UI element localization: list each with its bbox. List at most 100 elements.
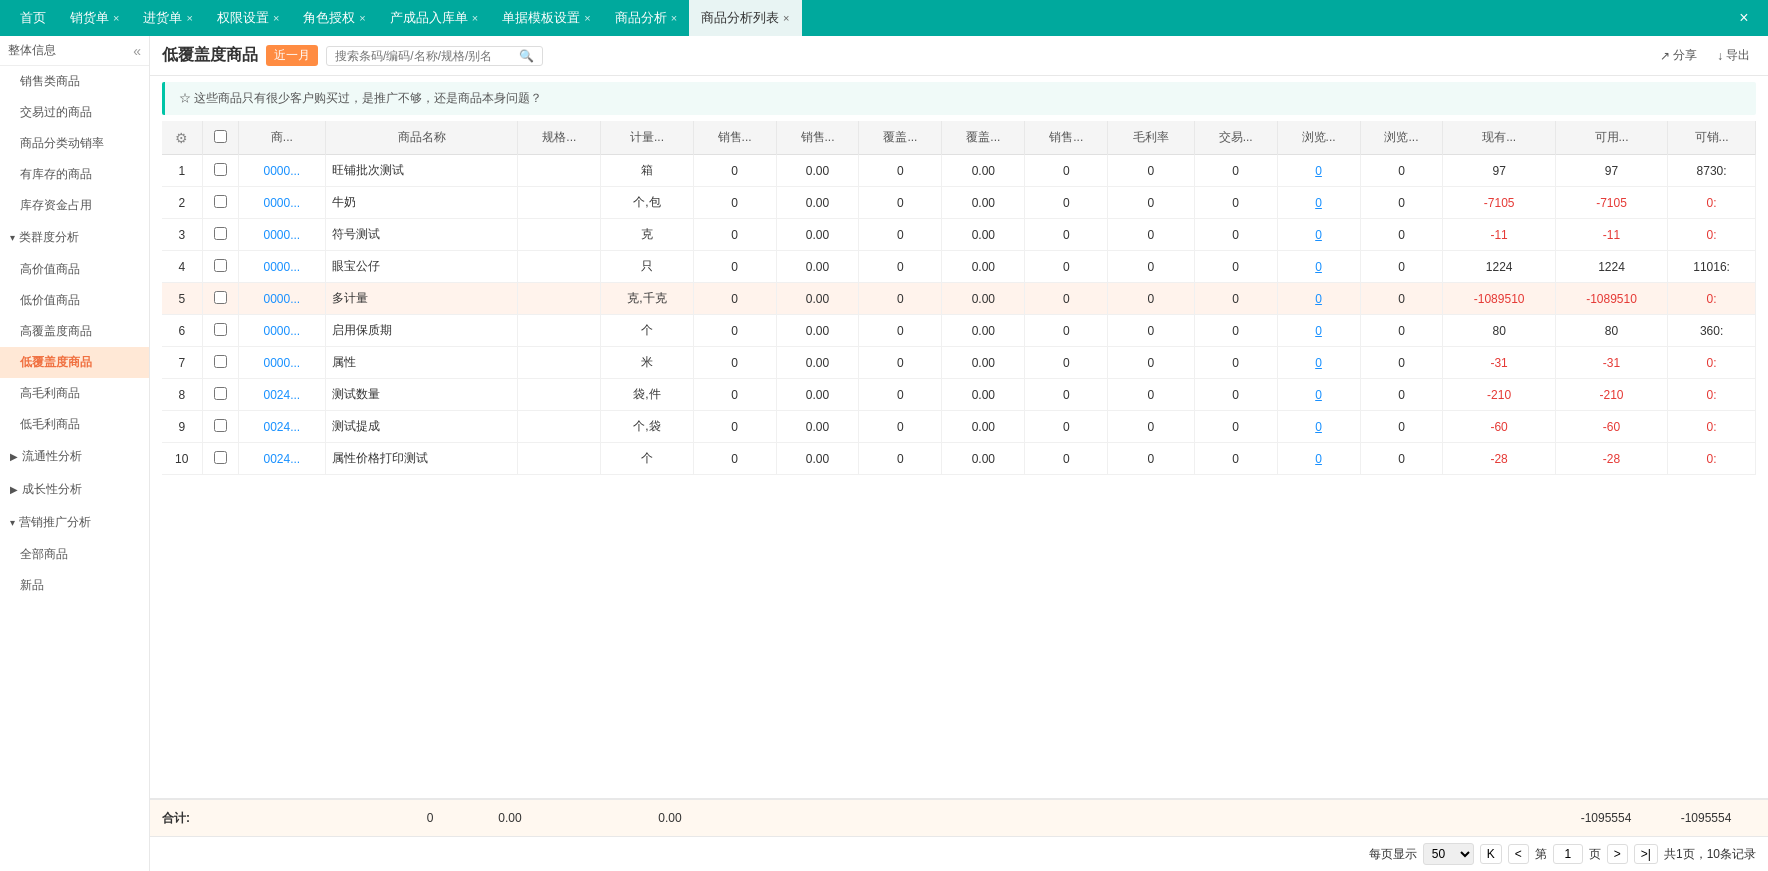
row-browse-a[interactable]: 0 [1277,155,1360,187]
sidebar-item-high-value[interactable]: 高价值商品 [0,254,149,285]
col-check[interactable] [202,121,238,155]
col-spec[interactable]: 规格... [518,121,601,155]
row-checkbox[interactable] [214,355,227,368]
row-checkbox[interactable] [214,195,227,208]
row-checkbox-cell[interactable] [202,315,238,347]
nav-template-settings-close[interactable]: × [584,12,590,24]
table-container[interactable]: ⚙ 商... 商品名称 规格... 计量... 销售... 销售... 覆盖..… [150,121,1768,798]
sidebar-item-low-value[interactable]: 低价值商品 [0,285,149,316]
sidebar-item-sales-products[interactable]: 销售类商品 [0,66,149,97]
nav-purchase-close[interactable]: × [186,12,192,24]
nav-template-settings[interactable]: 单据模板设置 × [490,0,602,36]
nav-roles[interactable]: 角色授权 × [291,0,377,36]
sidebar-item-traded-products[interactable]: 交易过的商品 [0,97,149,128]
row-checkbox-cell[interactable] [202,347,238,379]
col-cover-b[interactable]: 覆盖... [942,121,1025,155]
row-sellable: 8730: [1668,155,1756,187]
col-available[interactable]: 可用... [1555,121,1667,155]
sidebar-group-growth-header[interactable]: ▶ 成长性分析 [0,473,149,506]
nav-product-analysis[interactable]: 商品分析 × [603,0,689,36]
sidebar-item-stocked-products[interactable]: 有库存的商品 [0,159,149,190]
col-sellable[interactable]: 可销... [1668,121,1756,155]
nav-permissions-close[interactable]: × [273,12,279,24]
nav-product-analysis-list[interactable]: 商品分析列表 × [689,0,801,36]
col-sales-amt[interactable]: 销售... [776,121,859,155]
select-all-checkbox[interactable] [214,130,227,143]
row-browse-a[interactable]: 0 [1277,411,1360,443]
nav-sales-close[interactable]: × [113,12,119,24]
sidebar-item-low-coverage[interactable]: 低覆盖度商品 [0,347,149,378]
nav-finished-goods-close[interactable]: × [472,12,478,24]
window-close-button[interactable]: × [1728,0,1760,36]
sidebar-collapse-btn[interactable]: « [133,43,141,59]
nav-permissions[interactable]: 权限设置 × [205,0,291,36]
col-browse-b[interactable]: 浏览... [1360,121,1443,155]
row-checkbox[interactable] [214,451,227,464]
col-current-stock[interactable]: 现有... [1443,121,1555,155]
row-checkbox[interactable] [214,259,227,272]
row-checkbox-cell[interactable] [202,187,238,219]
col-name[interactable]: 商品名称 [326,121,518,155]
row-checkbox-cell[interactable] [202,251,238,283]
sidebar-item-low-margin[interactable]: 低毛利商品 [0,409,149,440]
sidebar-group-marketing-header[interactable]: ▾ 营销推广分析 [0,506,149,539]
settings-icon[interactable]: ⚙ [175,130,188,146]
col-settings[interactable]: ⚙ [162,121,202,155]
nav-home[interactable]: 首页 [8,0,58,36]
sidebar-item-all-products[interactable]: 全部商品 [0,539,149,570]
row-browse-a[interactable]: 0 [1277,219,1360,251]
search-input[interactable] [335,49,515,63]
col-gross-rate[interactable]: 毛利率 [1108,121,1194,155]
sidebar-item-high-margin[interactable]: 高毛利商品 [0,378,149,409]
page-size-select[interactable]: 50 100 200 [1423,843,1474,865]
prev-page-button[interactable]: < [1508,844,1529,864]
sidebar-item-category-rate[interactable]: 商品分类动销率 [0,128,149,159]
row-checkbox[interactable] [214,163,227,176]
row-checkbox-cell[interactable] [202,379,238,411]
col-sales-c[interactable]: 销售... [1025,121,1108,155]
row-checkbox[interactable] [214,323,227,336]
row-browse-a[interactable]: 0 [1277,187,1360,219]
row-browse-a[interactable]: 0 [1277,379,1360,411]
sidebar-item-inventory-capital[interactable]: 库存资金占用 [0,190,149,221]
row-browse-a[interactable]: 0 [1277,443,1360,475]
row-browse-a[interactable]: 0 [1277,347,1360,379]
row-unit: 袋,件 [601,379,693,411]
nav-finished-goods[interactable]: 产成品入库单 × [378,0,490,36]
sidebar-item-high-coverage[interactable]: 高覆盖度商品 [0,316,149,347]
row-browse-a[interactable]: 0 [1277,315,1360,347]
nav-sales[interactable]: 销货单 × [58,0,131,36]
time-filter-button[interactable]: 近一月 [266,45,318,66]
next-page-button[interactable]: > [1607,844,1628,864]
first-page-button[interactable]: K [1480,844,1502,864]
row-checkbox-cell[interactable] [202,219,238,251]
nav-roles-close[interactable]: × [359,12,365,24]
nav-product-analysis-list-close[interactable]: × [783,12,789,24]
last-page-button[interactable]: >| [1634,844,1658,864]
row-checkbox-cell[interactable] [202,443,238,475]
sidebar-group-circulation-header[interactable]: ▶ 流通性分析 [0,440,149,473]
search-icon[interactable]: 🔍 [519,49,534,63]
sidebar-group-cluster-header[interactable]: ▾ 类群度分析 [0,221,149,254]
row-browse-a[interactable]: 0 [1277,251,1360,283]
nav-purchase[interactable]: 进货单 × [131,0,204,36]
sidebar-item-new-products[interactable]: 新品 [0,570,149,601]
share-button[interactable]: ↗ 分享 [1654,44,1703,67]
row-browse-a[interactable]: 0 [1277,283,1360,315]
col-trade[interactable]: 交易... [1194,121,1277,155]
row-checkbox[interactable] [214,387,227,400]
col-sales-qty[interactable]: 销售... [693,121,776,155]
row-checkbox-cell[interactable] [202,155,238,187]
current-page-input[interactable] [1553,844,1583,864]
export-button[interactable]: ↓ 导出 [1711,44,1756,67]
row-checkbox[interactable] [214,419,227,432]
col-cover-a[interactable]: 覆盖... [859,121,942,155]
col-unit[interactable]: 计量... [601,121,693,155]
nav-product-analysis-close[interactable]: × [671,12,677,24]
row-checkbox-cell[interactable] [202,411,238,443]
col-browse-a[interactable]: 浏览... [1277,121,1360,155]
row-checkbox[interactable] [214,291,227,304]
row-checkbox[interactable] [214,227,227,240]
col-sku-code[interactable]: 商... [238,121,326,155]
row-checkbox-cell[interactable] [202,283,238,315]
